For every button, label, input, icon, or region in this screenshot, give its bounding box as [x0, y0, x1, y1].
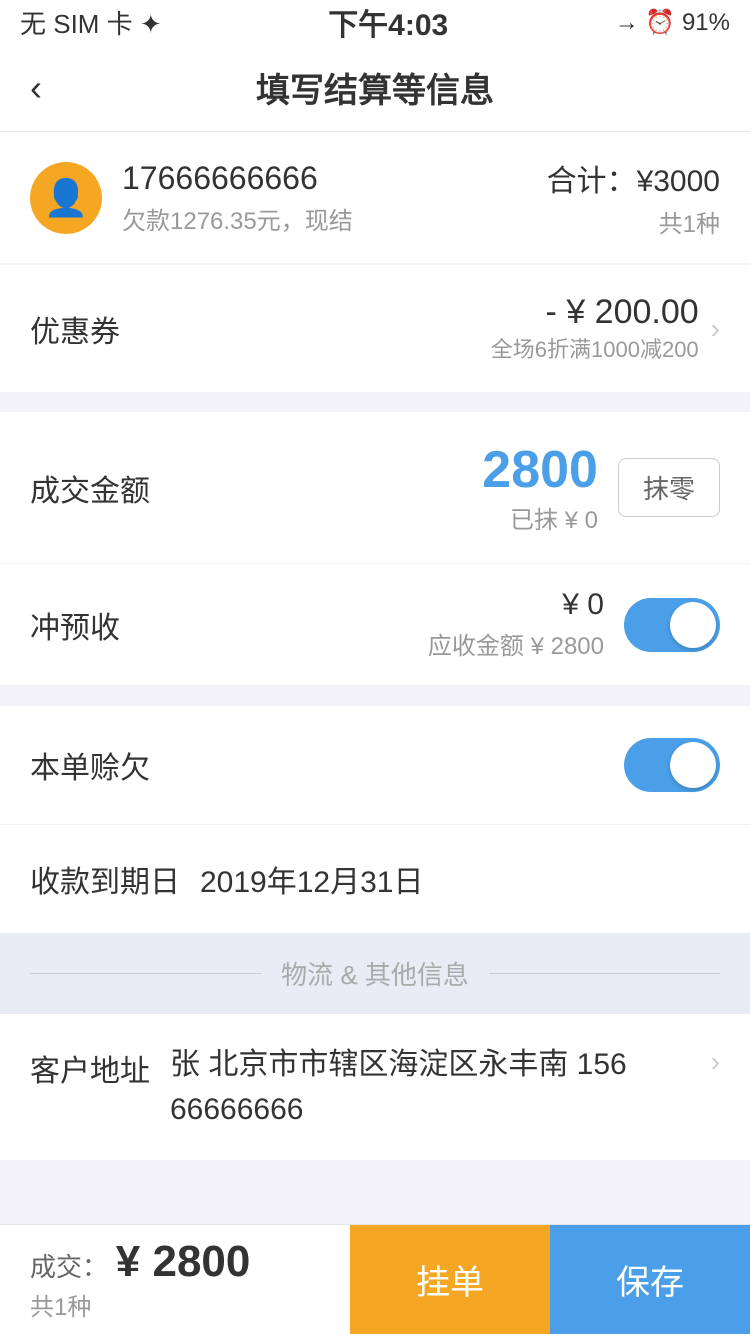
coupon-chevron-icon: › — [711, 313, 720, 345]
customer-phone: 17666666666 — [122, 160, 353, 197]
address-chevron-icon: › — [711, 1042, 720, 1078]
customer-debt: 欠款1276.35元，现结 — [122, 201, 353, 236]
bottom-summary-count: 共1种 — [30, 1287, 320, 1322]
deal-amount-row: 成交金额 2800 已抹 ¥ 0 抹零 — [0, 412, 750, 564]
bottom-summary: 成交： ¥ 2800 共1种 — [0, 1237, 350, 1322]
customer-right: 合计：¥3000 共1种 — [547, 156, 720, 239]
logistics-line-left — [30, 973, 261, 974]
bottom-summary-label: 成交： — [30, 1252, 108, 1282]
logistics-label: 物流 & 其他信息 — [281, 955, 469, 992]
customer-card: 👤 17666666666 欠款1276.35元，现结 合计：¥3000 共1种 — [0, 132, 750, 263]
avatar-icon: 👤 — [44, 177, 89, 219]
advance-label: 冲预收 — [30, 603, 120, 647]
nav-bar: ‹ 填写结算等信息 — [0, 44, 750, 132]
bottom-summary-label-row: 成交： ¥ 2800 — [30, 1237, 320, 1287]
status-left: 无 SIM 卡 ✦ — [20, 4, 162, 41]
status-right: → ⏰ 91% — [615, 8, 730, 37]
coupon-label: 优惠券 — [30, 307, 120, 351]
save-button[interactable]: 保存 — [550, 1225, 750, 1334]
bottom-summary-amount: ¥ 2800 — [116, 1237, 251, 1286]
deal-amount-value: 2800 — [482, 440, 598, 500]
logistics-line-right — [489, 973, 720, 974]
coupon-description: 全场6折满1000减200 — [491, 332, 699, 364]
debit-label: 本单赊欠 — [30, 743, 150, 787]
battery-icon: → ⏰ 91% — [615, 8, 730, 37]
debit-toggle[interactable] — [624, 738, 720, 792]
round-button[interactable]: 抹零 — [618, 458, 720, 517]
total-count: 共1种 — [547, 204, 720, 239]
total-amount: 合计：¥3000 — [547, 156, 720, 200]
advance-right: ¥ 0 应收金额 ¥ 2800 — [428, 588, 720, 661]
advance-info: ¥ 0 应收金额 ¥ 2800 — [428, 588, 604, 661]
due-date-value: 2019年12月31日 — [200, 857, 423, 901]
section-divider-1 — [0, 392, 750, 412]
debit-section: 本单赊欠 收款到期日 2019年12月31日 — [0, 706, 750, 933]
due-date-label: 收款到期日 — [30, 857, 180, 901]
advance-row: 冲预收 ¥ 0 应收金额 ¥ 2800 — [0, 564, 750, 686]
coupon-discount: - ¥ 200.00 — [546, 293, 699, 332]
debit-toggle-knob — [670, 742, 716, 788]
address-value: 张 北京市市辖区海淀区永丰南 156 66666666 — [170, 1042, 711, 1132]
address-row[interactable]: 客户地址 张 北京市市辖区海淀区永丰南 156 66666666 › — [0, 1014, 750, 1160]
avatar: 👤 — [30, 162, 102, 234]
coupon-right: - ¥ 200.00 全场6折满1000减200 › — [491, 293, 720, 364]
status-bar: 无 SIM 卡 ✦ 下午4:03 → ⏰ 91% — [0, 0, 750, 44]
advance-amount: ¥ 0 — [428, 588, 604, 622]
advance-toggle[interactable] — [624, 598, 720, 652]
customer-info: 17666666666 欠款1276.35元，现结 — [122, 160, 353, 236]
address-label: 客户地址 — [30, 1042, 150, 1090]
sim-status: 无 SIM 卡 ✦ — [20, 4, 162, 41]
advance-sub: 应收金额 ¥ 2800 — [428, 626, 604, 661]
advance-toggle-knob — [670, 602, 716, 648]
deal-amount-section: 成交金额 2800 已抹 ¥ 0 抹零 冲预收 ¥ 0 应收金额 ¥ 2800 — [0, 412, 750, 686]
section-divider-2 — [0, 686, 750, 706]
deal-amount-label: 成交金额 — [30, 466, 150, 510]
nav-title: 填写结算等信息 — [256, 63, 494, 112]
deal-amount-value-area: 2800 已抹 ¥ 0 抹零 — [482, 440, 720, 535]
due-date-row: 收款到期日 2019年12月31日 — [0, 824, 750, 933]
hang-button[interactable]: 挂单 — [350, 1225, 550, 1334]
deal-amount-sub: 已抹 ¥ 0 — [510, 500, 598, 535]
coupon-row[interactable]: 优惠券 - ¥ 200.00 全场6折满1000减200 › — [0, 265, 750, 392]
back-button[interactable]: ‹ — [30, 67, 42, 109]
status-time: 下午4:03 — [328, 0, 448, 44]
debit-row: 本单赊欠 — [0, 706, 750, 824]
customer-left: 👤 17666666666 欠款1276.35元，现结 — [30, 160, 353, 236]
logistics-divider: 物流 & 其他信息 — [0, 933, 750, 1014]
bottom-bar: 成交： ¥ 2800 共1种 挂单 保存 — [0, 1224, 750, 1334]
